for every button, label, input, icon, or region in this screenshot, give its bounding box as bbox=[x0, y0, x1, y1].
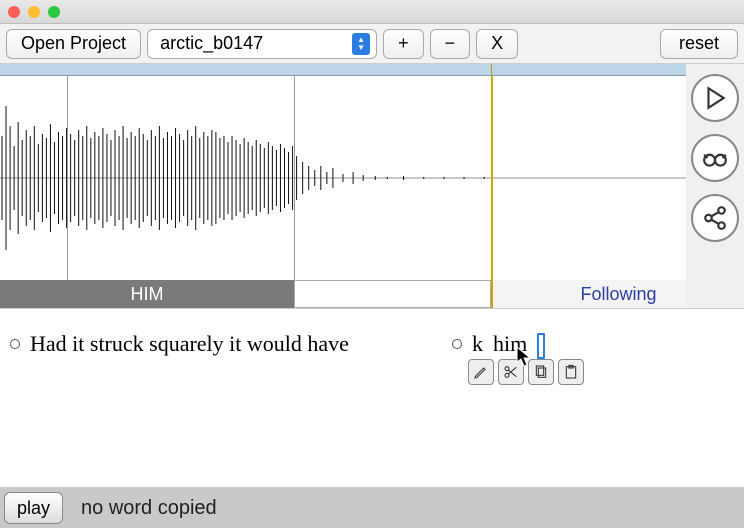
playhead-line[interactable] bbox=[491, 76, 493, 308]
close-window-icon[interactable] bbox=[8, 6, 20, 18]
transcript-token[interactable]: him bbox=[493, 331, 527, 357]
line-marker-icon[interactable] bbox=[10, 339, 20, 349]
top-toolbar: Open Project arctic_b0147 ▲▼ + − X reset bbox=[0, 24, 744, 64]
reset-button[interactable]: reset bbox=[660, 29, 738, 59]
segment-label-selected[interactable]: HIM bbox=[0, 280, 294, 308]
minimize-window-icon[interactable] bbox=[28, 6, 40, 18]
play-icon bbox=[702, 85, 728, 111]
project-select[interactable]: arctic_b0147 ▲▼ bbox=[147, 29, 377, 59]
paste-button[interactable] bbox=[558, 359, 584, 385]
plus-button[interactable]: + bbox=[383, 29, 424, 59]
delete-button[interactable]: X bbox=[476, 29, 518, 59]
transcript-token[interactable]: k bbox=[472, 331, 483, 357]
scissors-icon bbox=[503, 364, 519, 380]
glasses-icon bbox=[702, 145, 728, 171]
edit-pencil-button[interactable] bbox=[468, 359, 494, 385]
segment-divider bbox=[67, 76, 68, 308]
copy-icon bbox=[533, 364, 549, 380]
text-cursor bbox=[537, 333, 545, 359]
waveform-area[interactable]: HIM Following bbox=[0, 64, 686, 308]
overview-cursor bbox=[491, 64, 492, 75]
cut-button[interactable] bbox=[498, 359, 524, 385]
zoom-window-icon[interactable] bbox=[48, 6, 60, 18]
share-button[interactable] bbox=[691, 194, 739, 242]
segment-label-empty[interactable] bbox=[294, 280, 491, 308]
share-icon bbox=[702, 205, 728, 231]
transcript-panel[interactable]: Had it struck squarely it would have k h… bbox=[0, 308, 744, 488]
segment-bar: HIM Following bbox=[0, 280, 686, 308]
open-project-button[interactable]: Open Project bbox=[6, 29, 141, 59]
side-button-column bbox=[686, 64, 744, 308]
pencil-icon bbox=[473, 364, 489, 380]
play-button[interactable] bbox=[691, 74, 739, 122]
project-name-label: arctic_b0147 bbox=[160, 33, 263, 54]
segment-following-label[interactable]: Following bbox=[491, 280, 686, 308]
copy-button[interactable] bbox=[528, 359, 554, 385]
overview-strip[interactable] bbox=[0, 64, 686, 76]
window-titlebar bbox=[0, 0, 744, 24]
status-bar: play no word copied bbox=[0, 488, 744, 528]
main-panel: HIM Following bbox=[0, 64, 744, 308]
paste-icon bbox=[563, 364, 579, 380]
minus-button[interactable]: − bbox=[430, 29, 471, 59]
segment-divider bbox=[294, 76, 295, 308]
inspect-button[interactable] bbox=[691, 134, 739, 182]
edit-toolbar bbox=[468, 359, 584, 385]
status-play-button[interactable]: play bbox=[4, 492, 63, 524]
transcript-text[interactable]: Had it struck squarely it would have bbox=[30, 331, 349, 357]
line-marker-icon[interactable] bbox=[452, 339, 462, 349]
transcript-line-overflow: k him bbox=[452, 331, 545, 357]
select-stepper-icon[interactable]: ▲▼ bbox=[352, 33, 370, 55]
status-message: no word copied bbox=[81, 497, 217, 520]
transcript-line: Had it struck squarely it would have bbox=[10, 331, 734, 357]
waveform-canvas[interactable] bbox=[0, 76, 686, 280]
